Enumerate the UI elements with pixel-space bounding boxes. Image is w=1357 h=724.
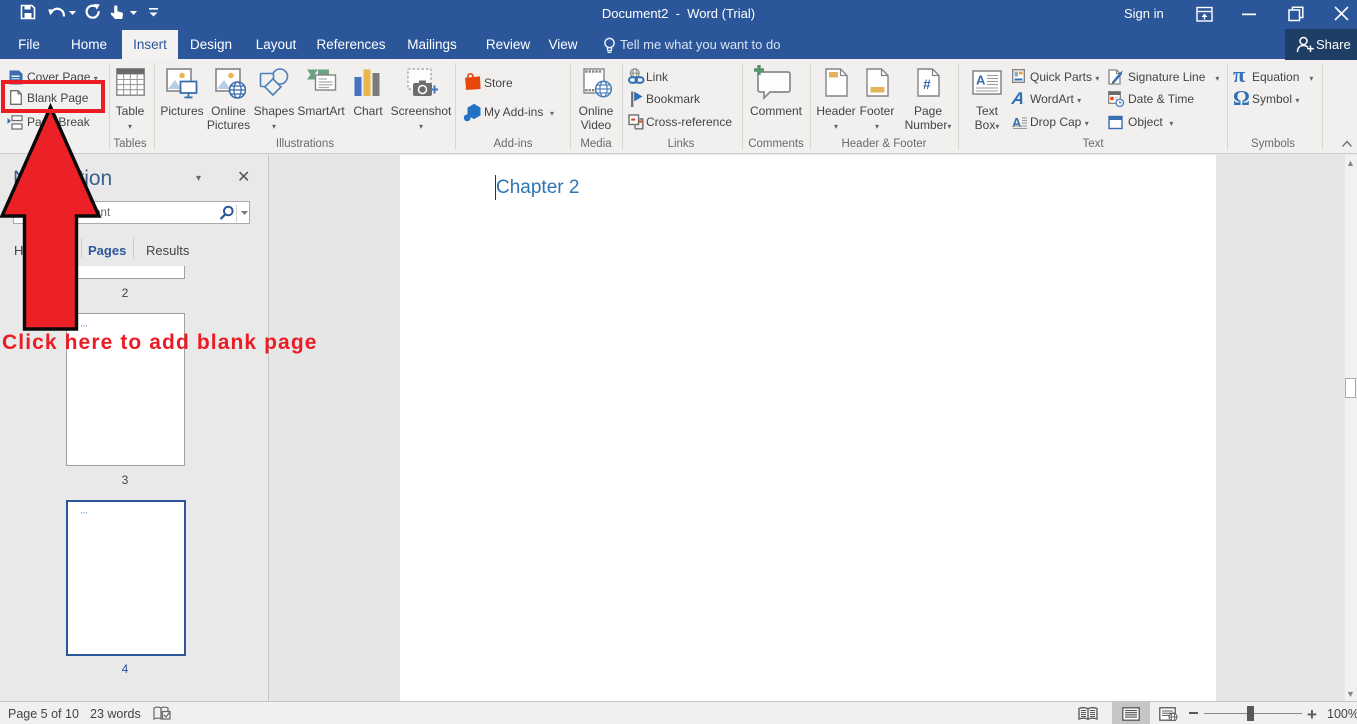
svg-text:#: # [923, 76, 931, 92]
svg-text:A: A [1012, 115, 1022, 130]
svg-text:A: A [976, 73, 986, 88]
